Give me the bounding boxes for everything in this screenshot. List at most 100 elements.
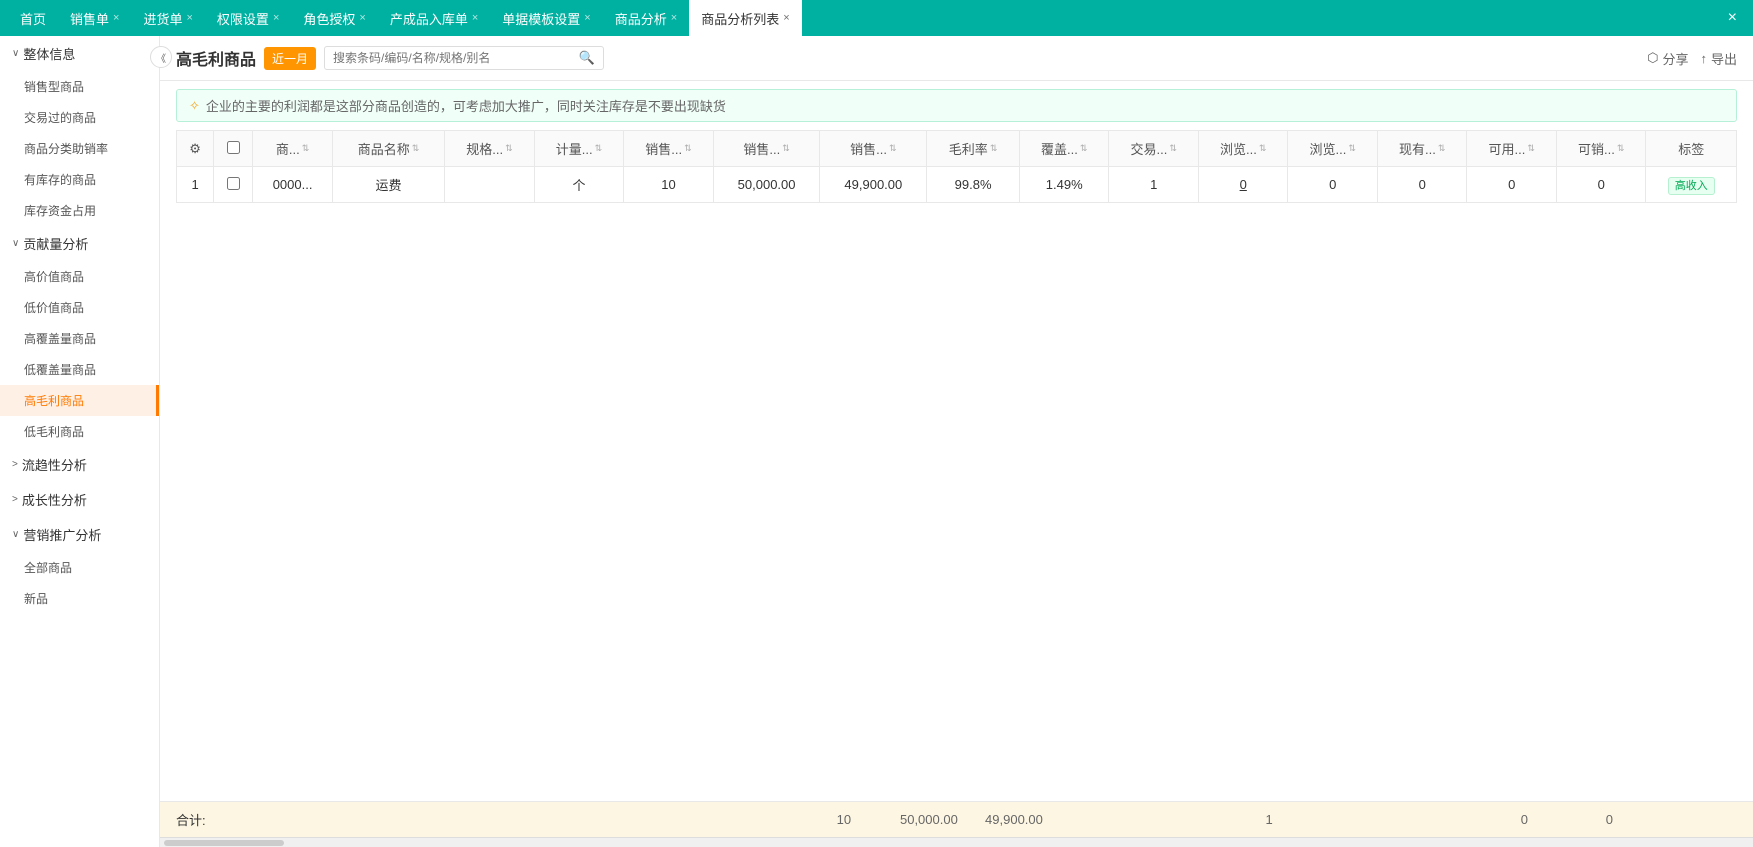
search-icon[interactable]: 🔍	[579, 50, 595, 66]
sidebar-collapse-button[interactable]: 《	[150, 46, 172, 68]
nav-close-icon[interactable]: ×	[113, 12, 119, 24]
sort-icon: ⇅	[595, 143, 603, 154]
sidebar-section-成长性分析[interactable]: > 成长性分析	[0, 482, 159, 517]
notice-bar: ✧ 企业的主要的利润都是这部分商品创造的，可考虑加大推广，同时关注库存是不要出现…	[176, 89, 1737, 122]
cell-index: 1	[177, 167, 214, 203]
sort-icon: ⇅	[412, 143, 420, 154]
col-header-sales_amount[interactable]: 销售...⇅	[713, 131, 820, 167]
search-input[interactable]	[333, 51, 579, 65]
col-header-views2[interactable]: 浏览...⇅	[1288, 131, 1378, 167]
nav-close-icon[interactable]: ×	[472, 12, 478, 24]
footer-cell-8: 49,900.00	[971, 812, 1056, 827]
section-arrow-icon: >	[12, 459, 18, 470]
period-button[interactable]: 近一月	[264, 47, 316, 70]
col-sort-stock_available: 可用...⇅	[1473, 139, 1550, 158]
cell-unit: 个	[534, 167, 624, 203]
col-header-stock_available[interactable]: 可用...⇅	[1467, 131, 1557, 167]
sidebar-item-商品分类助销率[interactable]: 商品分类助销率	[0, 133, 159, 164]
col-sort-views1: 浏览...⇅	[1205, 139, 1282, 158]
share-button[interactable]: ⬡ 分享	[1647, 49, 1688, 68]
select-all-checkbox[interactable]	[227, 141, 240, 154]
header-actions: ⬡ 分享 ↑ 导出	[1647, 49, 1737, 68]
col-header-gross_margin[interactable]: 毛利率⇅	[927, 131, 1020, 167]
nav-close-icon[interactable]: ×	[273, 12, 279, 24]
search-box: 🔍	[324, 46, 604, 70]
footer-cell-13	[1397, 812, 1482, 827]
col-header-transactions[interactable]: 交易...⇅	[1109, 131, 1199, 167]
col-header-name[interactable]: 商品名称⇅	[332, 131, 444, 167]
views1-link[interactable]: 0	[1240, 177, 1247, 192]
col-header-views1[interactable]: 浏览...⇅	[1198, 131, 1288, 167]
col-header-checkbox	[214, 131, 253, 167]
section-label: 营销推广分析	[23, 525, 101, 544]
col-sort-sales_qty: 销售...⇅	[630, 139, 707, 158]
sort-icon: ⇅	[302, 143, 310, 154]
footer-cell-4	[631, 812, 716, 827]
nav-item-销售单[interactable]: 销售单 ×	[58, 0, 131, 36]
sidebar-section-营销推广分析[interactable]: ∨ 营销推广分析	[0, 517, 159, 552]
sidebar-item-销售型商品[interactable]: 销售型商品	[0, 71, 159, 102]
nav-item-单据模板设置[interactable]: 单据模板设置 ×	[490, 0, 602, 36]
sort-icon: ⇅	[1259, 143, 1267, 154]
share-label: 分享	[1662, 49, 1688, 68]
sidebar-item-交易过的商品[interactable]: 交易过的商品	[0, 102, 159, 133]
share-icon: ⬡	[1647, 50, 1658, 66]
col-header-unit[interactable]: 计量...⇅	[534, 131, 624, 167]
section-arrow-icon: ∨	[12, 529, 19, 540]
col-header-sales_cost[interactable]: 销售...⇅	[820, 131, 927, 167]
cell-stock_available: 0	[1467, 167, 1557, 203]
content-header: 高毛利商品 近一月 🔍 ⬡ 分享 ↑ 导出	[160, 36, 1753, 81]
nav-item-角色授权[interactable]: 角色授权 ×	[291, 0, 377, 36]
col-header-spec[interactable]: 规格...⇅	[445, 131, 535, 167]
sidebar-section-整体信息[interactable]: ∨ 整体信息	[0, 36, 159, 71]
col-header-code[interactable]: 商...⇅	[253, 131, 333, 167]
sidebar-item-低覆盖量商品[interactable]: 低覆盖量商品	[0, 354, 159, 385]
export-button[interactable]: ↑ 导出	[1700, 49, 1737, 68]
col-sort-name: 商品名称⇅	[339, 139, 438, 158]
col-header-coverage[interactable]: 覆盖...⇅	[1019, 131, 1109, 167]
sidebar-item-高毛利商品[interactable]: 高毛利商品	[0, 385, 159, 416]
sidebar-section-贡献量分析[interactable]: ∨ 贡献量分析	[0, 226, 159, 261]
nav-close-icon[interactable]: ×	[783, 12, 789, 24]
main-layout: ∨ 整体信息销售型商品交易过的商品商品分类助销率有库存的商品库存资金占用∨ 贡献…	[0, 36, 1753, 847]
col-header-stock_sale[interactable]: 可销...⇅	[1556, 131, 1646, 167]
nav-item-商品分析[interactable]: 商品分析 ×	[603, 0, 689, 36]
window-close-button[interactable]: ×	[1720, 9, 1745, 27]
cell-sales_qty: 10	[624, 167, 714, 203]
col-sort-coverage: 覆盖...⇅	[1026, 139, 1103, 158]
content-area: 高毛利商品 近一月 🔍 ⬡ 分享 ↑ 导出 ✧ 企业的主要的利润都是这部分商品创…	[160, 36, 1753, 847]
row-checkbox[interactable]	[227, 177, 240, 190]
nav-close-icon[interactable]: ×	[671, 12, 677, 24]
col-label: 销售...	[645, 139, 682, 158]
sidebar-item-低价值商品[interactable]: 低价值商品	[0, 292, 159, 323]
footer-cell-1	[341, 812, 426, 827]
col-sort-unit: 计量...⇅	[541, 139, 618, 158]
cell-sales_cost: 49,900.00	[820, 167, 927, 203]
nav-item-进货单[interactable]: 进货单 ×	[131, 0, 204, 36]
section-label: 贡献量分析	[23, 234, 88, 253]
col-label: 可用...	[1489, 139, 1526, 158]
sidebar-item-新品[interactable]: 新品	[0, 583, 159, 614]
nav-close-icon[interactable]: ×	[186, 12, 192, 24]
col-header-sales_qty[interactable]: 销售...⇅	[624, 131, 714, 167]
sidebar-item-低毛利商品[interactable]: 低毛利商品	[0, 416, 159, 447]
sidebar-item-高覆盖量商品[interactable]: 高覆盖量商品	[0, 323, 159, 354]
top-nav: 首页销售单 ×进货单 ×权限设置 ×角色授权 ×产成品入库单 ×单据模板设置 ×…	[0, 0, 1753, 36]
bottom-scrollbar[interactable]	[160, 837, 1753, 847]
sidebar-item-高价值商品[interactable]: 高价值商品	[0, 261, 159, 292]
col-sort-gross_margin: 毛利率⇅	[933, 139, 1013, 158]
sidebar-section-流趋性分析[interactable]: > 流趋性分析	[0, 447, 159, 482]
nav-item-产成品入库单[interactable]: 产成品入库单 ×	[378, 0, 490, 36]
col-header-stock_current[interactable]: 现有...⇅	[1377, 131, 1467, 167]
nav-close-icon[interactable]: ×	[584, 12, 590, 24]
nav-item-权限设置[interactable]: 权限设置 ×	[205, 0, 291, 36]
sidebar-item-全部商品[interactable]: 全部商品	[0, 552, 159, 583]
sidebar-item-有库存的商品[interactable]: 有库存的商品	[0, 164, 159, 195]
sidebar-item-库存资金占用[interactable]: 库存资金占用	[0, 195, 159, 226]
scrollbar-thumb[interactable]	[164, 840, 284, 846]
nav-close-icon[interactable]: ×	[359, 12, 365, 24]
nav-item-首页[interactable]: 首页	[8, 0, 58, 36]
nav-item-商品分析列表[interactable]: 商品分析列表 ×	[689, 0, 801, 36]
sort-icon: ⇅	[1348, 143, 1356, 154]
footer-cell-16	[1652, 812, 1737, 827]
